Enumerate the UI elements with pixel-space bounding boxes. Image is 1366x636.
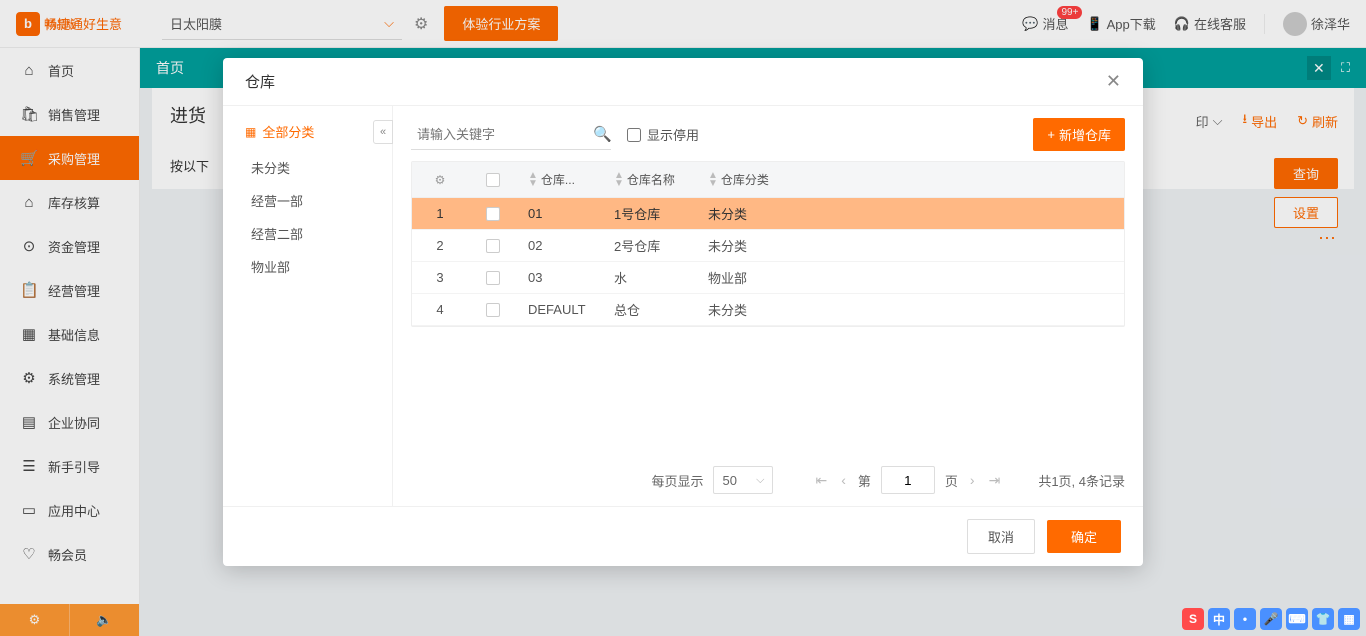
row-index: 4 xyxy=(412,302,468,317)
warehouse-table: ⚙ ▲▼仓库... ▲▼仓库名称 ▲▼仓库分类 1011号仓库未分类2022号仓… xyxy=(411,161,1125,327)
show-disabled-label: 显示停用 xyxy=(647,125,699,144)
table-row[interactable]: 4 DEFAULT总仓未分类 xyxy=(412,294,1124,326)
column-code[interactable]: ▲▼仓库... xyxy=(518,171,604,188)
page-next-icon[interactable]: › xyxy=(968,472,977,488)
category-all[interactable]: ▦ 全部分类 xyxy=(223,118,392,151)
warehouse-modal: 仓库 ✕ « ▦ 全部分类 未分类经营一部经营二部物业部 🔍 xyxy=(223,58,1143,566)
category-item[interactable]: 物业部 xyxy=(223,250,392,283)
page-label-post: 页 xyxy=(945,471,958,490)
table-row[interactable]: 2 022号仓库未分类 xyxy=(412,230,1124,262)
row-checkbox[interactable] xyxy=(468,207,518,221)
category-all-label: 全部分类 xyxy=(262,122,314,141)
row-checkbox[interactable] xyxy=(468,271,518,285)
ime-sogou-icon[interactable]: S xyxy=(1182,608,1204,630)
table-row[interactable]: 3 03水物业部 xyxy=(412,262,1124,294)
modal-overlay: 仓库 ✕ « ▦ 全部分类 未分类经营一部经营二部物业部 🔍 xyxy=(0,0,1366,636)
ime-punct-icon[interactable]: • xyxy=(1234,608,1256,630)
page-size-value: 50 xyxy=(722,473,736,488)
modal-title: 仓库 xyxy=(245,71,275,92)
cancel-button[interactable]: 取消 xyxy=(967,519,1035,554)
chevron-down-icon: ⌵ xyxy=(756,474,764,487)
row-index: 2 xyxy=(412,238,468,253)
page-summary: 共1页, 4条记录 xyxy=(1038,471,1125,490)
row-name: 水 xyxy=(604,268,698,287)
ime-lang-icon[interactable]: 中 xyxy=(1208,608,1230,630)
category-item[interactable]: 未分类 xyxy=(223,151,392,184)
search-input[interactable] xyxy=(417,127,593,142)
pagination: 每页显示 50 ⌵ ⇤ ‹ 第 页 › ⇥ 共1页, 4条记录 xyxy=(411,450,1125,494)
column-settings-icon[interactable]: ⚙ xyxy=(412,173,468,187)
row-index: 3 xyxy=(412,270,468,285)
show-disabled-input[interactable] xyxy=(627,128,641,142)
row-checkbox[interactable] xyxy=(468,303,518,317)
column-category[interactable]: ▲▼仓库分类 xyxy=(698,171,1124,188)
row-index: 1 xyxy=(412,206,468,221)
page-prev-icon[interactable]: ‹ xyxy=(839,472,848,488)
row-category: 未分类 xyxy=(698,300,1124,319)
plus-icon: + xyxy=(1047,127,1055,142)
page-input[interactable] xyxy=(881,466,935,494)
close-icon[interactable]: ✕ xyxy=(1106,71,1121,92)
ime-grid-icon[interactable]: ▦ xyxy=(1338,608,1360,630)
modal-content: 🔍 显示停用 + 新增仓库 ⚙ ▲▼仓库... xyxy=(393,106,1143,506)
modal-footer: 取消 确定 xyxy=(223,506,1143,566)
grid-icon: ▦ xyxy=(245,125,256,139)
row-name: 1号仓库 xyxy=(604,204,698,223)
collapse-panel-button[interactable]: « xyxy=(373,120,393,144)
ime-keyboard-icon[interactable]: ⌨ xyxy=(1286,608,1308,630)
ime-shirt-icon[interactable]: 👕 xyxy=(1312,608,1334,630)
modal-header: 仓库 ✕ xyxy=(223,58,1143,106)
row-category: 物业部 xyxy=(698,268,1124,287)
table-row[interactable]: 1 011号仓库未分类 xyxy=(412,198,1124,230)
row-code: 03 xyxy=(518,270,604,285)
ime-mic-icon[interactable]: 🎤 xyxy=(1260,608,1282,630)
add-warehouse-button[interactable]: + 新增仓库 xyxy=(1033,118,1125,151)
ime-bar: S 中 • 🎤 ⌨ 👕 ▦ xyxy=(1182,608,1360,630)
category-item[interactable]: 经营一部 xyxy=(223,184,392,217)
row-name: 总仓 xyxy=(604,300,698,319)
row-name: 2号仓库 xyxy=(604,236,698,255)
table-header: ⚙ ▲▼仓库... ▲▼仓库名称 ▲▼仓库分类 xyxy=(412,162,1124,198)
column-name[interactable]: ▲▼仓库名称 xyxy=(604,171,698,188)
category-item[interactable]: 经营二部 xyxy=(223,217,392,250)
row-code: 01 xyxy=(518,206,604,221)
row-code: 02 xyxy=(518,238,604,253)
page-size-label: 每页显示 xyxy=(651,471,703,490)
category-panel: « ▦ 全部分类 未分类经营一部经营二部物业部 xyxy=(223,106,393,506)
ok-button[interactable]: 确定 xyxy=(1047,520,1121,553)
row-category: 未分类 xyxy=(698,204,1124,223)
row-code: DEFAULT xyxy=(518,302,604,317)
column-checkbox-all[interactable] xyxy=(468,173,518,187)
show-disabled-checkbox[interactable]: 显示停用 xyxy=(627,125,699,144)
page-last-icon[interactable]: ⇥ xyxy=(987,472,1003,489)
row-checkbox[interactable] xyxy=(468,239,518,253)
add-warehouse-label: 新增仓库 xyxy=(1059,125,1111,144)
row-category: 未分类 xyxy=(698,236,1124,255)
page-first-icon[interactable]: ⇤ xyxy=(813,472,829,489)
page-size-select[interactable]: 50 ⌵ xyxy=(713,466,773,494)
search-box: 🔍 xyxy=(411,120,611,150)
search-icon[interactable]: 🔍 xyxy=(593,125,612,143)
page-label-pre: 第 xyxy=(858,471,871,490)
